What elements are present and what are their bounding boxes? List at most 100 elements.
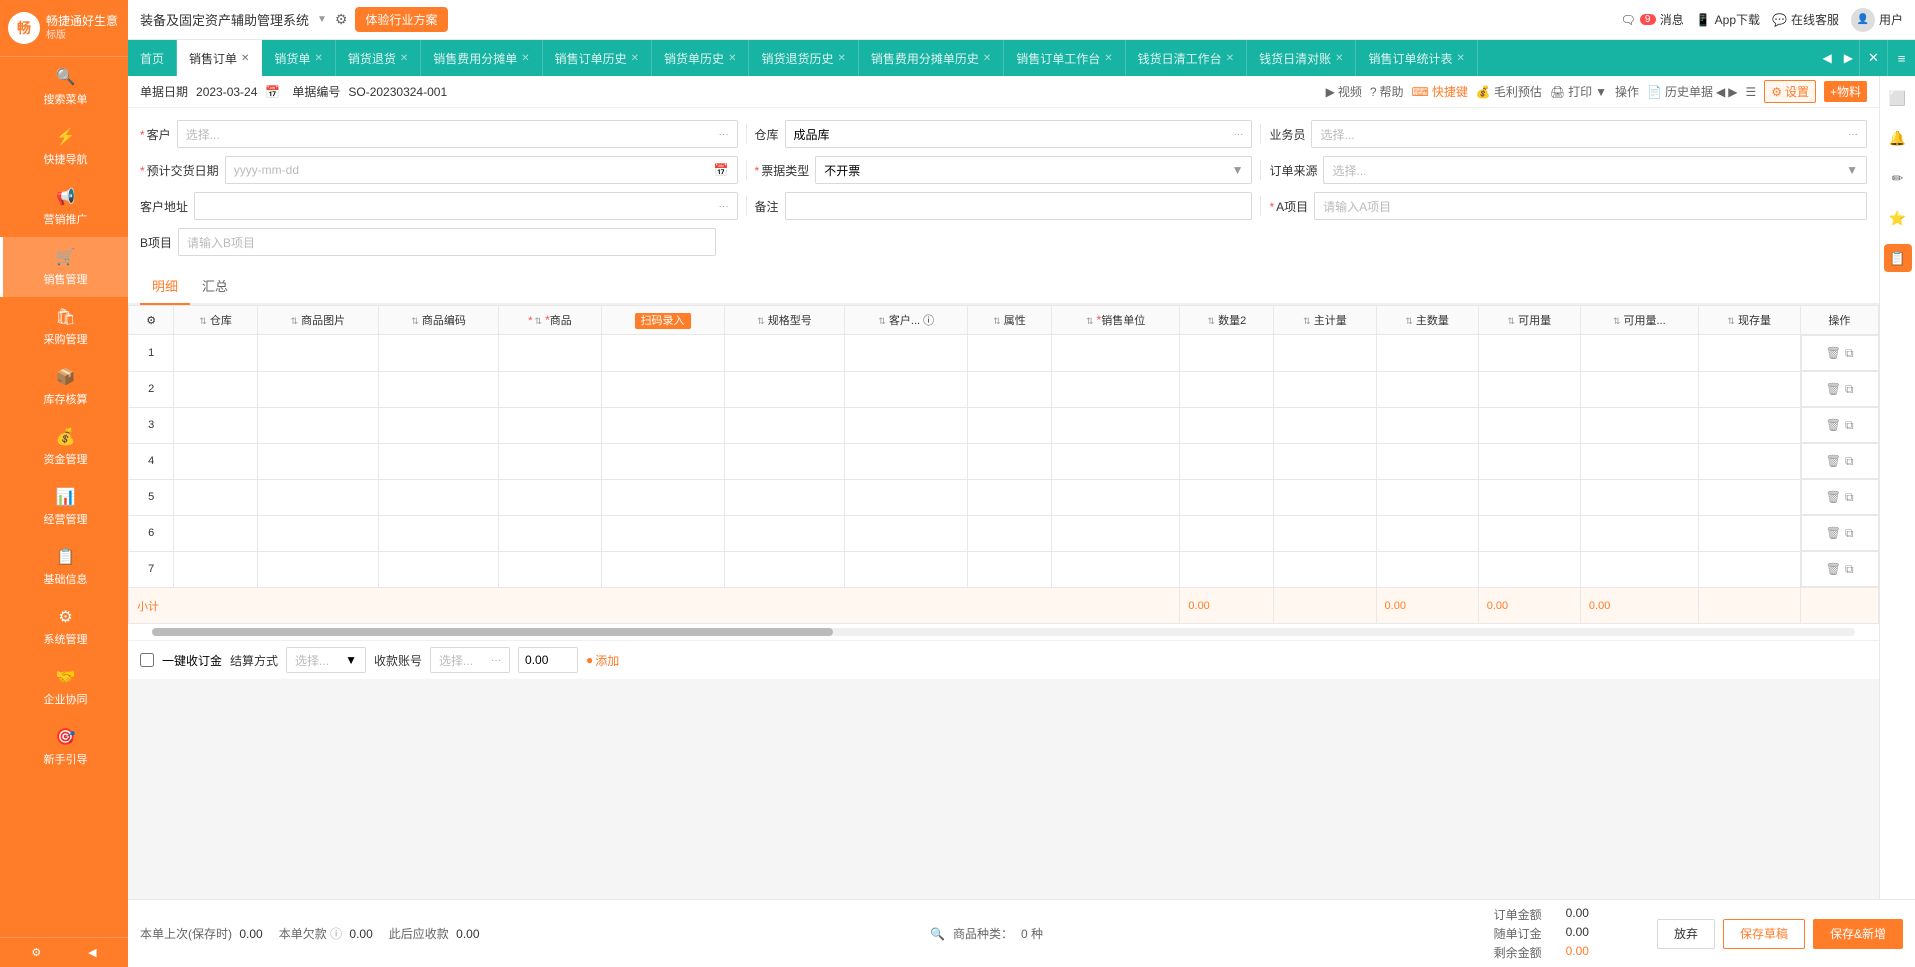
- row-qty2[interactable]: [1180, 515, 1274, 551]
- row-spec[interactable]: [724, 443, 845, 479]
- nav-tab-销售订单工作台[interactable]: 销售订单工作台✕: [1004, 40, 1125, 76]
- row-unit[interactable]: [1051, 407, 1180, 443]
- add-payment-btn[interactable]: ● 添加: [586, 652, 619, 669]
- sidebar-item-营销推广[interactable]: 📢营销推广: [0, 177, 128, 237]
- th-stock[interactable]: ⇅ 现存量: [1698, 306, 1800, 335]
- tab-menu[interactable]: ≡: [1887, 40, 1915, 76]
- row-product-code[interactable]: [378, 479, 499, 515]
- th-main-qty[interactable]: ⇅ 主数量: [1376, 306, 1478, 335]
- history-prev[interactable]: ◀: [1716, 85, 1725, 99]
- row-customer-code[interactable]: [845, 515, 968, 551]
- row-product[interactable]: [499, 551, 601, 588]
- nav-tab-销售费用分摊单[interactable]: 销售费用分摊单✕: [421, 40, 542, 76]
- row-main-qty[interactable]: [1376, 443, 1478, 479]
- nav-tab-销售订单[interactable]: 销售订单✕: [177, 40, 262, 76]
- profit-btn[interactable]: 💰 毛利预估: [1476, 83, 1542, 100]
- nav-tab-销货单历史[interactable]: 销货单历史✕: [652, 40, 749, 76]
- row-qty2[interactable]: [1180, 407, 1274, 443]
- tab-close-icon[interactable]: ✕: [983, 53, 991, 64]
- right-icon-2[interactable]: 🔔: [1884, 124, 1912, 152]
- row-main-qty[interactable]: [1376, 515, 1478, 551]
- tab-close-icon[interactable]: ✕: [1226, 53, 1234, 64]
- th-main-unit[interactable]: ⇅ 主计量: [1274, 306, 1376, 335]
- row-delete-icon[interactable]: 🗑: [1826, 346, 1841, 360]
- a-project-input[interactable]: 请输入A项目: [1314, 192, 1867, 220]
- right-icon-5[interactable]: 📋: [1884, 244, 1912, 272]
- row-product-code[interactable]: [378, 407, 499, 443]
- remarks-input[interactable]: [785, 192, 1253, 220]
- user-action[interactable]: 👤 用户: [1851, 8, 1903, 32]
- row-delete-icon[interactable]: 🗑: [1826, 562, 1841, 576]
- b-project-input[interactable]: 请输入B项目: [178, 228, 716, 256]
- row-delete-icon[interactable]: 🗑: [1826, 490, 1841, 504]
- row-main-qty[interactable]: [1376, 551, 1478, 588]
- order-source-input[interactable]: 选择... ▼: [1323, 156, 1867, 184]
- th-spec[interactable]: ⇅ 规格型号: [724, 306, 845, 335]
- row-attribute[interactable]: [968, 551, 1052, 588]
- th-settings[interactable]: ⚙: [129, 306, 174, 335]
- row-spec[interactable]: [724, 551, 845, 588]
- sidebar-item-销售管理[interactable]: 🛒销售管理: [0, 237, 128, 297]
- row-main-qty[interactable]: [1376, 335, 1478, 372]
- settlement-select[interactable]: 选择... ▼: [286, 647, 366, 673]
- row-product[interactable]: [499, 515, 601, 551]
- tab-close-icon[interactable]: ✕: [1335, 53, 1343, 64]
- row-spec[interactable]: [724, 407, 845, 443]
- row-unit[interactable]: [1051, 551, 1180, 588]
- row-product-code[interactable]: [378, 443, 499, 479]
- sidebar-item-经营管理[interactable]: 📊经营管理: [0, 477, 128, 537]
- row-qty2[interactable]: [1180, 551, 1274, 588]
- industry-button[interactable]: 体验行业方案: [355, 7, 447, 32]
- sidebar-item-企业协同[interactable]: 🤝企业协同: [0, 657, 128, 717]
- row-main-qty[interactable]: [1376, 407, 1478, 443]
- row-unit[interactable]: [1051, 443, 1180, 479]
- tab-left-arrow[interactable]: ◀: [1817, 40, 1838, 76]
- row-delete-icon[interactable]: 🗑: [1826, 418, 1841, 432]
- th-product[interactable]: ⇅ *商品: [499, 306, 601, 335]
- row-copy-icon[interactable]: ⧉: [1845, 382, 1854, 397]
- row-warehouse[interactable]: [174, 479, 258, 515]
- row-attribute[interactable]: [968, 443, 1052, 479]
- delivery-input[interactable]: yyyy-mm-dd 📅: [225, 156, 738, 184]
- nav-tab-销货退货[interactable]: 销货退货✕: [336, 40, 421, 76]
- th-available2[interactable]: ⇅ 可用量...: [1580, 306, 1698, 335]
- payment-amount[interactable]: [518, 647, 578, 673]
- online-support-action[interactable]: 💬 在线客服: [1772, 11, 1839, 28]
- warehouse-select[interactable]: 成品库 ···: [785, 120, 1253, 148]
- history-btn[interactable]: 📄 历史单据 ◀ ▶: [1647, 83, 1737, 100]
- row-attribute[interactable]: [968, 479, 1052, 515]
- row-delete-icon[interactable]: 🗑: [1826, 526, 1841, 540]
- nav-tab-钱货日清工作台[interactable]: 钱货日清工作台✕: [1126, 40, 1247, 76]
- th-warehouse[interactable]: ⇅ 仓库: [174, 306, 258, 335]
- row-qty2[interactable]: [1180, 371, 1274, 407]
- row-product-image[interactable]: [257, 371, 378, 407]
- print-btn[interactable]: 🖨 打印 ▼: [1550, 83, 1607, 100]
- sidebar-item-快捷导航[interactable]: ⚡快捷导航: [0, 117, 128, 177]
- tab-close-icon[interactable]: ✕: [728, 53, 736, 64]
- row-product-code[interactable]: [378, 551, 499, 588]
- tab-close-icon[interactable]: ✕: [400, 53, 408, 64]
- row-copy-icon[interactable]: ⧉: [1845, 454, 1854, 469]
- th-product-code[interactable]: ⇅ 商品编码: [378, 306, 499, 335]
- row-product-image[interactable]: [257, 335, 378, 372]
- row-product-image[interactable]: [257, 407, 378, 443]
- tab-close-icon[interactable]: ✕: [837, 53, 845, 64]
- debit-info-icon[interactable]: ⓘ: [330, 927, 342, 941]
- calendar-icon[interactable]: 📅: [265, 85, 280, 99]
- row-main-qty[interactable]: [1376, 479, 1478, 515]
- th-product-image[interactable]: ⇅ 商品图片: [257, 306, 378, 335]
- th-attribute[interactable]: ⇅ 属性: [968, 306, 1052, 335]
- row-main-qty[interactable]: [1376, 371, 1478, 407]
- discard-button[interactable]: 放弃: [1657, 919, 1715, 949]
- row-warehouse[interactable]: [174, 551, 258, 588]
- row-product-code[interactable]: [378, 515, 499, 551]
- row-spec[interactable]: [724, 479, 845, 515]
- list-view-btn[interactable]: ☰: [1745, 85, 1756, 99]
- right-icon-1[interactable]: ⬜: [1884, 84, 1912, 112]
- row-product[interactable]: [499, 407, 601, 443]
- tab-close-icon[interactable]: ✕: [241, 53, 249, 64]
- address-input[interactable]: ···: [194, 192, 738, 220]
- row-product-image[interactable]: [257, 515, 378, 551]
- row-attribute[interactable]: [968, 335, 1052, 372]
- nav-tab-销货单[interactable]: 销货单✕: [262, 40, 335, 76]
